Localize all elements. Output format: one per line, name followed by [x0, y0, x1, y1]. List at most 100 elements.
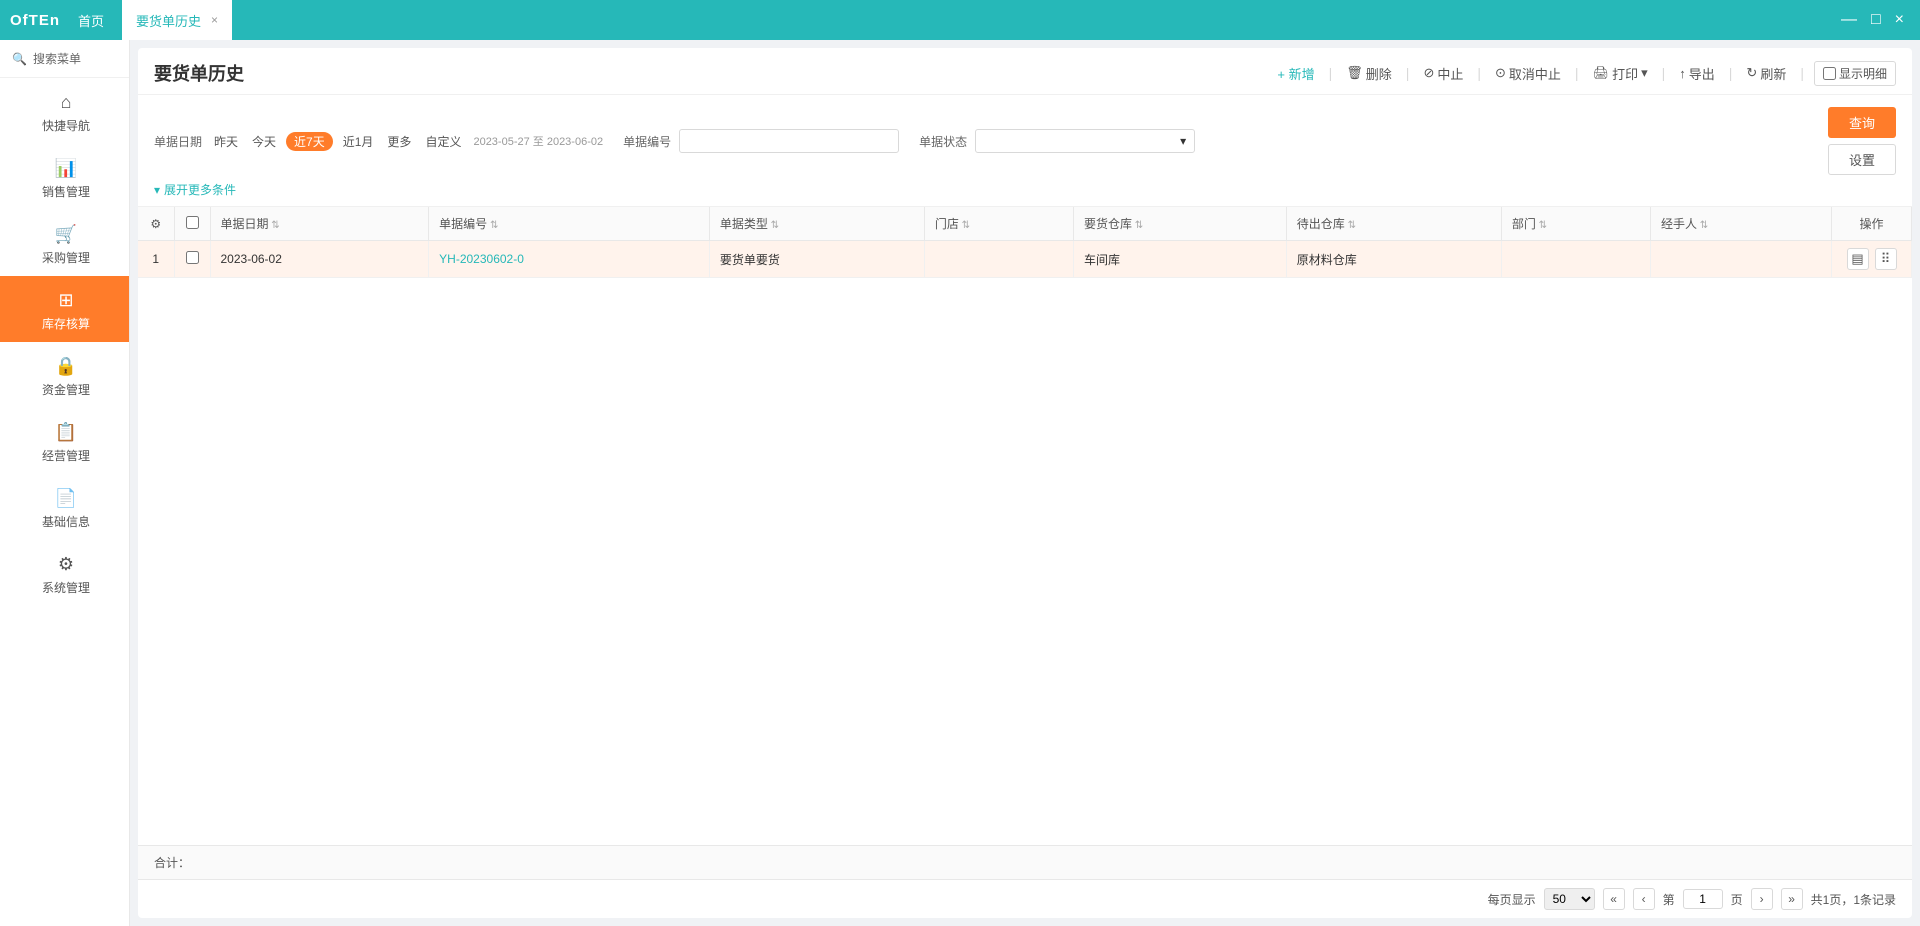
expand-label: 展开更多条件 — [164, 181, 236, 198]
stop-icon: ⊘ — [1423, 65, 1434, 81]
sidebar-item-finance[interactable]: 🔒 资金管理 — [0, 342, 129, 408]
refresh-icon: ↻ — [1746, 65, 1757, 81]
tab-active-label: 要货单历史 — [136, 11, 201, 30]
refresh-button[interactable]: ↻ 刷新 — [1742, 62, 1790, 85]
purchase-icon: 🛒 — [55, 224, 77, 245]
window-maximize-icon[interactable]: □ — [1871, 11, 1881, 29]
sidebar-item-operations[interactable]: 📋 经营管理 — [0, 408, 129, 474]
date-filter-label: 单据日期 — [154, 133, 202, 150]
window-minimize-icon[interactable]: — — [1841, 11, 1857, 29]
th-req-warehouse[interactable]: 要货仓库 — [1073, 207, 1286, 241]
shortcut-custom[interactable]: 自定义 — [421, 132, 465, 151]
content-area: 要货单历史 + 新增 | 🗑 删除 | ⊘ 中止 | ⊙ — [130, 40, 1920, 926]
operations-icon: 📋 — [55, 422, 77, 443]
export-button[interactable]: ↑ 导出 — [1675, 62, 1719, 85]
doc-no-label: 单据编号 — [623, 133, 671, 150]
system-icon: ⚙ — [58, 554, 74, 575]
status-select[interactable]: ▾ — [975, 129, 1195, 153]
row-more-button[interactable]: ⠿ — [1875, 248, 1897, 270]
doc-no-input[interactable] — [679, 129, 899, 153]
shortcut-7days[interactable]: 近7天 — [286, 132, 333, 151]
th-handler[interactable]: 经手人 — [1650, 207, 1831, 241]
finance-icon: 🔒 — [55, 356, 77, 377]
th-settings[interactable]: ⚙ — [138, 207, 174, 241]
table-header-row: ⚙ 单据日期 单据编号 单据类型 门店 要货仓库 待出仓库 部门 经手人 — [138, 207, 1912, 241]
sidebar-item-basic[interactable]: 📄 基础信息 — [0, 474, 129, 540]
filter-area: 单据日期 昨天 今天 近7天 近1月 更多 自定义 2023-05-27 至 2… — [138, 95, 1912, 207]
print-button[interactable]: 🖨 打印 ▾ — [1589, 62, 1652, 85]
tab-active[interactable]: 要货单历史 × — [122, 0, 232, 40]
th-doc-no[interactable]: 单据编号 — [429, 207, 710, 241]
row-pending-warehouse: 原材料仓库 — [1286, 241, 1501, 278]
sidebar-item-sales[interactable]: 📊 销售管理 — [0, 144, 129, 210]
per-page-select[interactable]: 50 100 200 — [1544, 888, 1595, 910]
prev-page-button[interactable]: ‹ — [1633, 888, 1655, 910]
table-row: 1 2023-06-02 YH-20230602-0 要货单要货 车间库 — [138, 241, 1912, 278]
tab-close-icon[interactable]: × — [211, 13, 218, 27]
th-department[interactable]: 部门 — [1501, 207, 1650, 241]
th-doc-type[interactable]: 单据类型 — [709, 207, 924, 241]
last-page-button[interactable]: » — [1781, 888, 1803, 910]
cancel-stop-icon: ⊙ — [1495, 65, 1506, 81]
expand-more-button[interactable]: ▾ 展开更多条件 — [154, 181, 1896, 198]
per-page-label: 每页显示 — [1488, 891, 1536, 908]
sidebar-item-home[interactable]: ⌂ 快捷导航 — [0, 78, 129, 144]
sidebar-item-finance-label: 资金管理 — [42, 381, 90, 398]
doc-no-filter-group: 单据编号 — [623, 129, 899, 153]
print-dropdown-icon: ▾ — [1641, 65, 1648, 81]
row-store — [924, 241, 1073, 278]
sidebar-item-inventory[interactable]: ⊞ 库存核算 — [0, 276, 129, 342]
display-cell-checkbox[interactable] — [1823, 67, 1836, 80]
page-header: 要货单历史 + 新增 | 🗑 删除 | ⊘ 中止 | ⊙ — [138, 48, 1912, 95]
select-all-checkbox[interactable] — [186, 216, 199, 229]
th-date[interactable]: 单据日期 — [210, 207, 429, 241]
tab-home[interactable]: 首页 — [60, 0, 122, 40]
th-pending-warehouse[interactable]: 待出仓库 — [1286, 207, 1501, 241]
shortcut-yesterday[interactable]: 昨天 — [210, 132, 242, 151]
date-range-display: 2023-05-27 至 2023-06-02 — [473, 133, 603, 149]
sidebar-item-purchase[interactable]: 🛒 采购管理 — [0, 210, 129, 276]
row-doc-type: 要货单要货 — [709, 241, 924, 278]
stop-button[interactable]: ⊘ 中止 — [1419, 62, 1467, 85]
setting-button[interactable]: 设置 — [1828, 144, 1896, 175]
row-date: 2023-06-02 — [210, 241, 429, 278]
row-doc-no-link[interactable]: YH-20230602-0 — [439, 252, 524, 266]
query-button[interactable]: 查询 — [1828, 107, 1896, 138]
page-suffix-label: 页 — [1731, 891, 1743, 908]
display-cell-label: 显示明细 — [1839, 65, 1887, 82]
th-store[interactable]: 门店 — [924, 207, 1073, 241]
sidebar-search-label: 搜索菜单 — [33, 50, 81, 67]
row-checkbox-cell — [174, 241, 210, 278]
pagination: 每页显示 50 100 200 « ‹ 第 页 › » 共1页，1条记录 — [138, 879, 1912, 918]
date-shortcuts: 昨天 今天 近7天 近1月 更多 自定义 — [210, 132, 465, 151]
window-close-icon[interactable]: × — [1895, 11, 1904, 29]
sidebar-search[interactable]: 🔍 搜索菜单 — [0, 40, 129, 78]
first-page-button[interactable]: « — [1603, 888, 1625, 910]
export-icon: ↑ — [1679, 66, 1686, 81]
sidebar-item-system[interactable]: ⚙ 系统管理 — [0, 540, 129, 606]
expand-icon: ▾ — [154, 183, 160, 197]
row-checkbox[interactable] — [186, 251, 199, 264]
row-view-button[interactable]: ▤ — [1847, 248, 1869, 270]
next-page-button[interactable]: › — [1751, 888, 1773, 910]
sidebar: 🔍 搜索菜单 ⌂ 快捷导航 📊 销售管理 🛒 采购管理 ⊞ 库存核算 🔒 资金管… — [0, 40, 130, 926]
delete-button[interactable]: 🗑 删除 — [1342, 62, 1396, 85]
sidebar-item-operations-label: 经营管理 — [42, 447, 90, 464]
row-doc-no: YH-20230602-0 — [429, 241, 710, 278]
shortcut-1month[interactable]: 近1月 — [339, 132, 378, 151]
display-cell-button[interactable]: 显示明细 — [1814, 61, 1896, 86]
row-index: 1 — [138, 241, 174, 278]
shortcut-today[interactable]: 今天 — [248, 132, 280, 151]
status-filter-group: 单据状态 ▾ — [919, 129, 1195, 153]
sidebar-item-basic-label: 基础信息 — [42, 513, 90, 530]
new-button[interactable]: + 新增 — [1273, 62, 1318, 85]
summary-label: 合计： — [154, 856, 190, 870]
sidebar-item-home-label: 快捷导航 — [42, 117, 90, 134]
sales-icon: 📊 — [55, 158, 77, 179]
page-number-input[interactable] — [1683, 889, 1723, 909]
print-icon: 🖨 — [1593, 65, 1610, 81]
shortcut-more[interactable]: 更多 — [383, 132, 415, 151]
main-layout: 🔍 搜索菜单 ⌂ 快捷导航 📊 销售管理 🛒 采购管理 ⊞ 库存核算 🔒 资金管… — [0, 40, 1920, 926]
cancel-stop-button[interactable]: ⊙ 取消中止 — [1491, 62, 1565, 85]
status-label: 单据状态 — [919, 133, 967, 150]
